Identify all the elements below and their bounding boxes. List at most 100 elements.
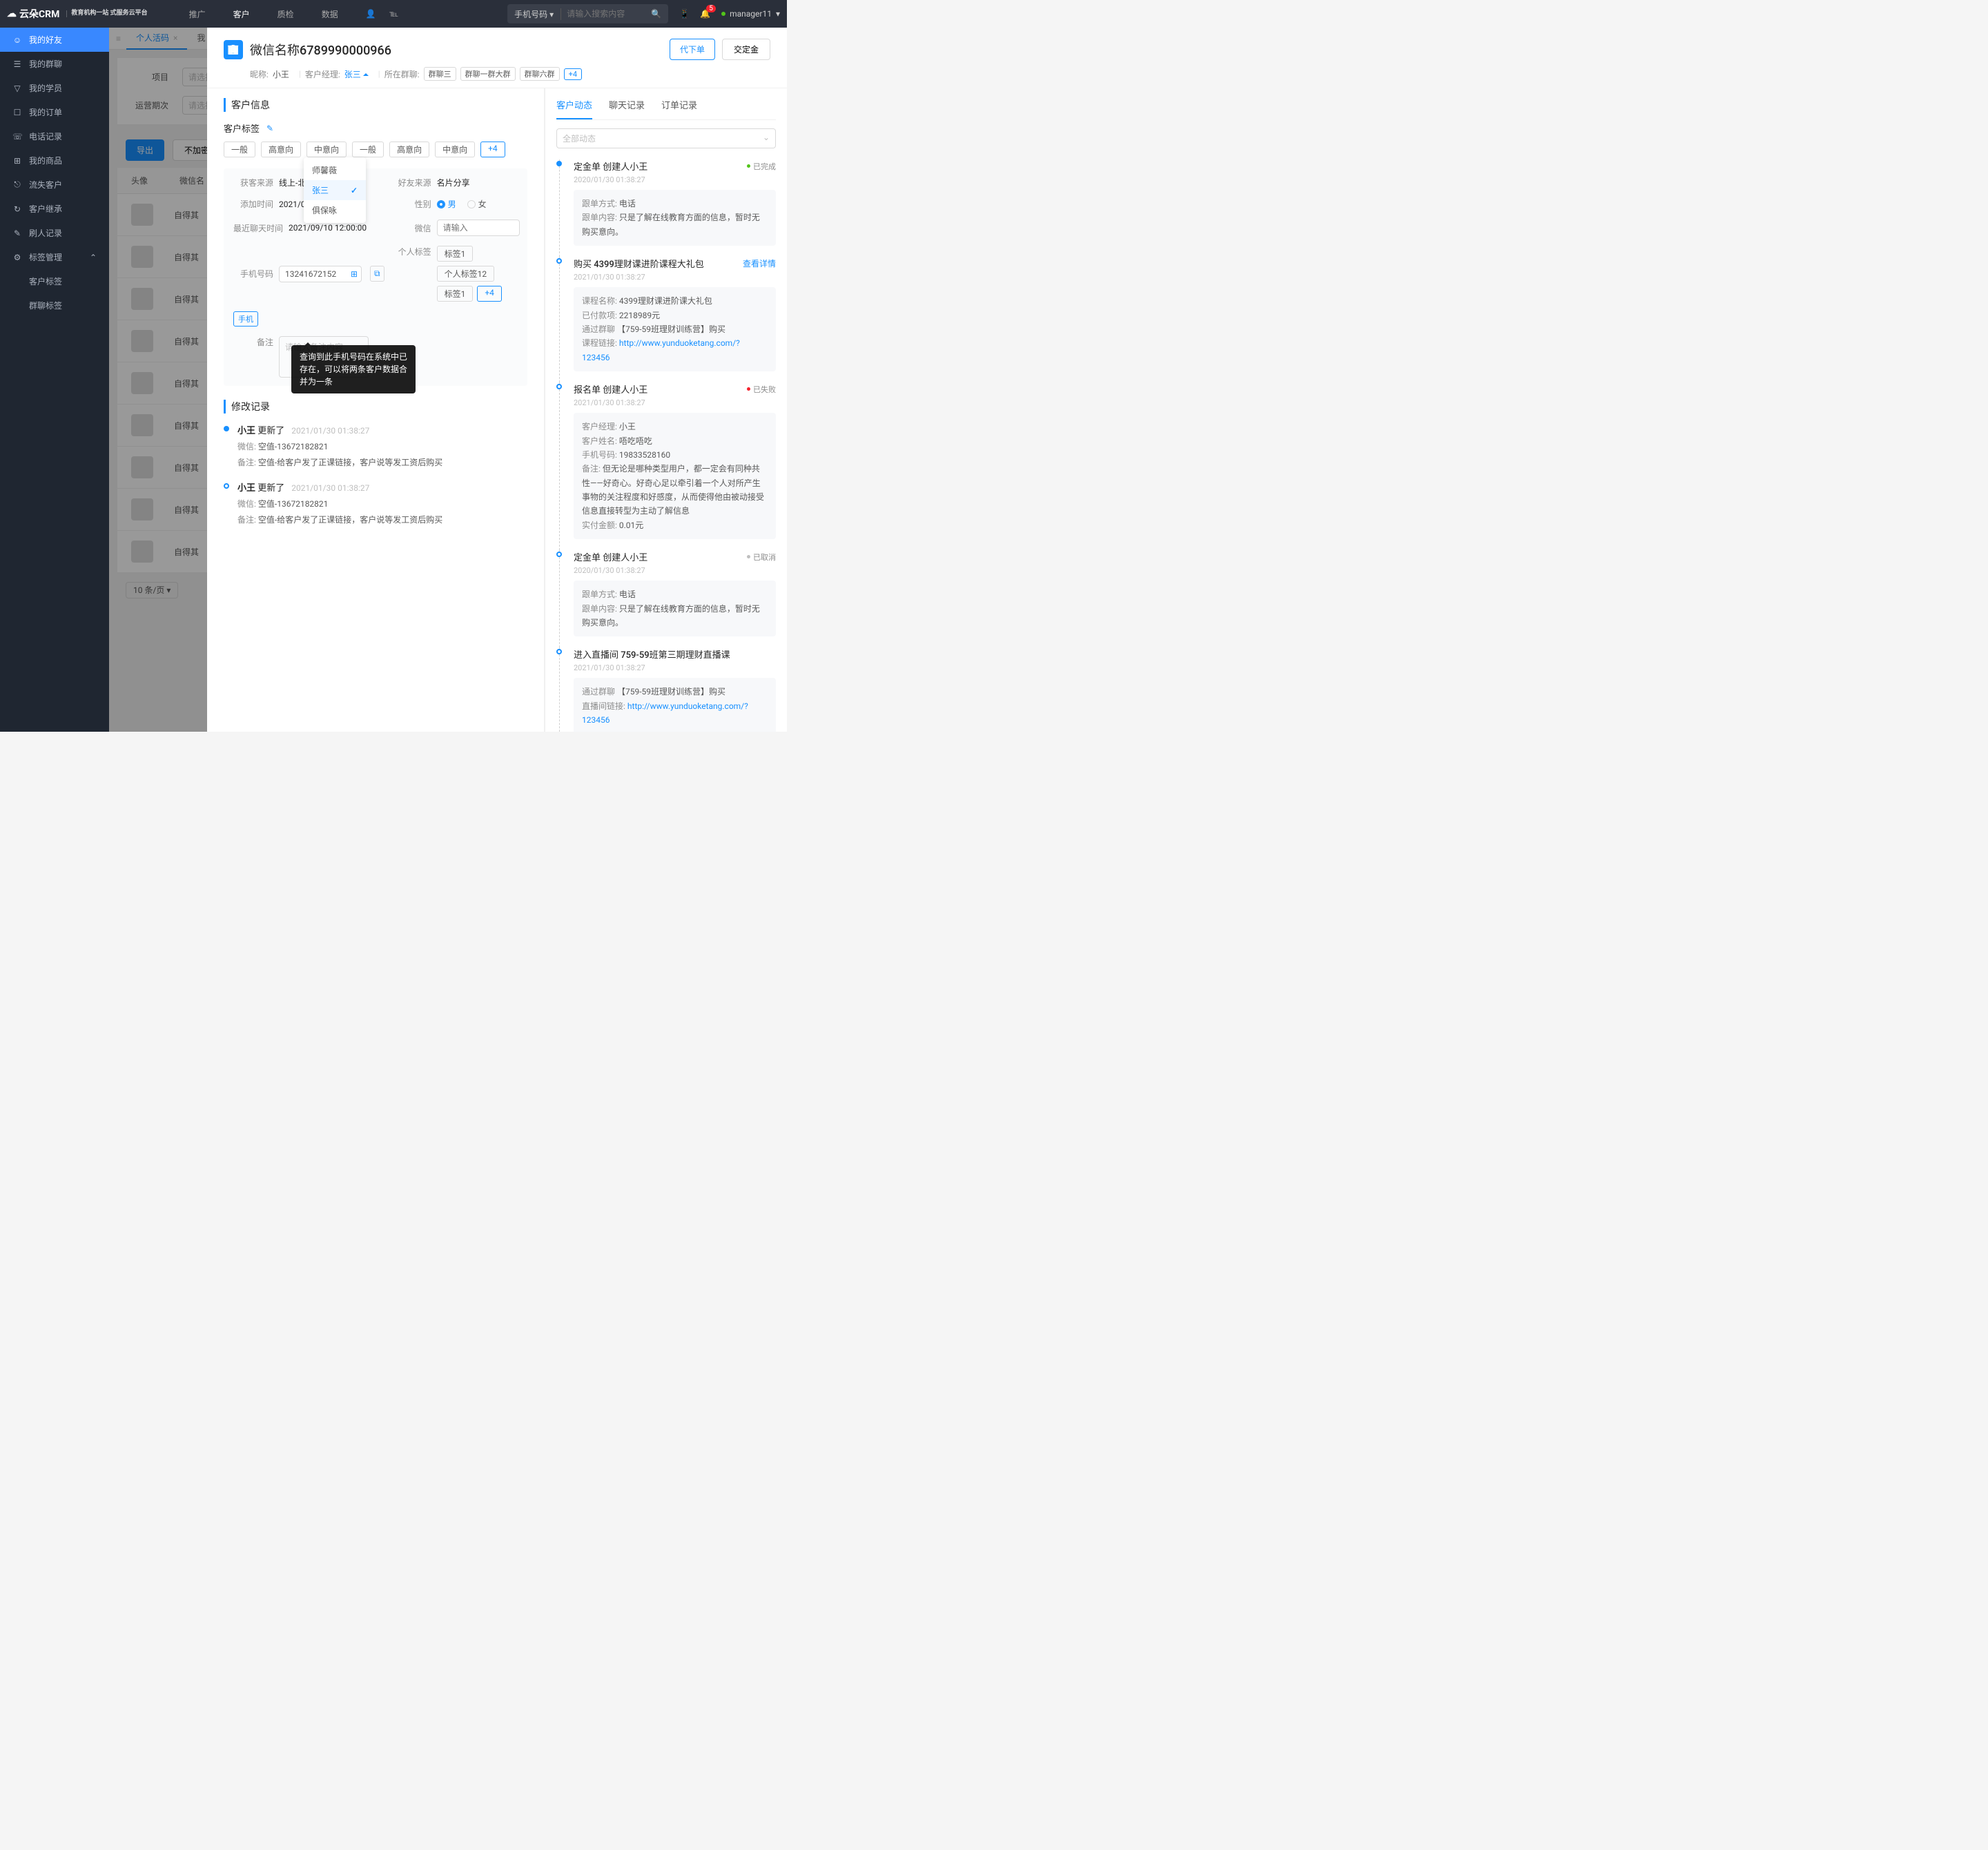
phone-input[interactable] [279,266,362,282]
section-history: 修改记录 [224,400,527,413]
timeline-item: 定金单 创建人小王已完成 2020/01/30 01:38:27 跟单方式: 电… [559,159,776,257]
logo-icon: ☁ [7,8,17,19]
proxy-order-button[interactable]: 代下单 [670,39,715,60]
personal-tag[interactable]: 标签1 [437,246,474,262]
user-icon[interactable]: 👤 [366,9,376,19]
dropdown-option[interactable]: 张三✓ [304,180,366,200]
sidebar-icon: ☏ [12,132,22,142]
timeline-dot-icon [556,161,562,166]
sidebar-item[interactable]: ▽我的学员 [0,76,109,100]
sidebar-item[interactable]: ⚙标签管理⌃ [0,245,109,269]
check-icon: ✓ [351,186,358,195]
status-dot-icon [721,12,725,16]
sidebar-icon: ☺ [12,35,22,45]
right-tab[interactable]: 订单记录 [661,98,697,119]
nav-item-promo[interactable]: 推广 [175,0,220,28]
edit-tags-icon[interactable]: ✎ [266,124,273,133]
sidebar-icon: ⎋ [12,179,22,190]
nav-item-qc[interactable]: 质检 [264,0,308,28]
customer-tag-label: 客户标签 [224,121,260,135]
manager-dropdown[interactable]: 师馨薇张三✓俱保咏 [304,157,366,223]
dropdown-option[interactable]: 师馨薇 [304,160,366,180]
sidebar-subitem[interactable]: 群聊标签 [0,293,109,318]
status-dot-icon [747,555,750,558]
sidebar-icon: ▽ [12,84,22,93]
gender-male-radio[interactable]: 男 [437,198,456,210]
caret-up-icon [363,70,369,76]
sidebar-item[interactable]: ↻客户继承 [0,197,109,221]
customer-tag-more[interactable]: +4 [480,142,505,157]
sidebar-item[interactable]: ☰我的群聊 [0,52,109,76]
customer-drawer: 微信名称6789990000966 代下单 交定金 昵称: 小王 | 客户经理:… [207,28,787,732]
phone-icon[interactable]: ℡ [389,9,399,19]
status-dot-icon [747,387,750,391]
group-chip[interactable]: 群聊三 [424,67,456,81]
pay-deposit-button[interactable]: 交定金 [722,39,770,60]
view-detail-link[interactable]: 查看详情 [743,257,776,269]
logo: ☁ 云朵CRM 教育机构一站 式服务云平台 [7,7,148,21]
customer-tag[interactable]: 高意向 [389,142,429,157]
bell-icon[interactable]: 🔔5 [700,9,710,19]
gender-female-radio[interactable]: 女 [467,198,487,210]
phone-exist-tooltip: 查询到此手机号码在系统中已存在，可以将两条客户数据合并为一条 [291,345,416,393]
sidebar-item[interactable]: ⎋流失客户 [0,173,109,197]
drawer-header: 微信名称6789990000966 代下单 交定金 昵称: 小王 | 客户经理:… [207,28,787,88]
sidebar-item[interactable]: ⊞我的商品 [0,148,109,173]
timeline-dot-icon [556,649,562,654]
sidebar-icon: ↻ [12,204,22,214]
customer-tag[interactable]: 高意向 [261,142,301,157]
sidebar-item[interactable]: ☐我的订单 [0,100,109,124]
customer-tag[interactable]: 中意向 [306,142,347,157]
sidebar-item[interactable]: ☺我的好友 [0,28,109,52]
timeline-dot-icon [224,483,229,489]
sidebar-icon: ☰ [12,59,22,69]
personal-tag-more[interactable]: +4 [477,286,502,302]
nav-item-customer[interactable]: 客户 [220,0,264,28]
wechat-input[interactable] [437,220,520,236]
search-box[interactable]: 手机号码 ▾ 🔍 [507,4,668,23]
user-menu[interactable]: manager11 ▾ [721,9,780,19]
mobile-icon[interactable]: 📱 [679,9,689,19]
search-type-select[interactable]: 手机号码 ▾ [507,8,561,20]
gender-radio-group[interactable]: 男 女 [437,198,487,210]
phone-type-button[interactable]: 手机 [233,311,258,327]
activity-filter-select[interactable]: 全部动态⌄ [556,128,776,148]
sidebar-item[interactable]: ☏电话记录 [0,124,109,148]
search-icon[interactable]: 🔍 [644,9,668,19]
sidebar-icon: ⚙ [12,253,22,262]
drawer-right-panel: 客户动态聊天记录订单记录 全部动态⌄ 定金单 创建人小王已完成 2020/01/… [545,88,787,732]
customer-tag[interactable]: 一般 [224,142,255,157]
nav-item-data[interactable]: 数据 [308,0,352,28]
customer-tag[interactable]: 中意向 [435,142,475,157]
right-tab[interactable]: 聊天记录 [609,98,645,119]
timeline-dot-icon [556,384,562,389]
dropdown-option[interactable]: 俱保咏 [304,200,366,220]
drawer-title: 微信名称6789990000966 [250,41,670,59]
timeline-dot-icon [556,552,562,557]
sidebar-icon: ⊞ [12,156,22,166]
timeline-item: 购买 4399理财课进阶课程大礼包查看详情 2021/01/30 01:38:2… [559,257,776,382]
group-chip[interactable]: 群聊一群大群 [460,67,516,81]
drawer-left-panel: 客户信息 客户标签 ✎ 一般高意向中意向一般高意向中意向+4 获客来源线上-北京… [207,88,545,732]
manager-select[interactable]: 张三 [344,68,369,80]
chevron-down-icon: ▾ [776,9,780,19]
sidebar-item[interactable]: ✎刷人记录 [0,221,109,245]
personal-tag[interactable]: 标签1 [437,286,474,302]
group-chip[interactable]: 群聊六群 [520,67,560,81]
sidebar: ☺我的好友☰我的群聊▽我的学员☐我的订单☏电话记录⊞我的商品⎋流失客户↻客户继承… [0,28,109,732]
sidebar-icon: ☐ [12,108,22,117]
sidebar-icon: ✎ [12,228,22,238]
phone-copy-icon[interactable]: ⧉ [370,266,384,282]
history-item: 小王 更新了2021/01/30 01:38:27微信: 空值-13672182… [224,423,527,468]
timeline-item: 报名单 创建人小王已失败 2021/01/30 01:38:27 客户经理: 小… [559,382,776,550]
right-tab[interactable]: 客户动态 [556,98,592,119]
search-input[interactable] [561,9,644,19]
timeline-dot-icon [224,426,229,431]
customer-tag[interactable]: 一般 [352,142,384,157]
personal-tag[interactable]: 个人标签12 [437,266,495,282]
nav-menu: 推广 客户 质检 数据 [175,0,352,28]
group-more-chip[interactable]: +4 [564,68,582,80]
section-customer-info: 客户信息 [224,98,527,112]
phone-lookup-icon[interactable]: ⊞ [351,269,358,279]
sidebar-subitem[interactable]: 客户标签 [0,269,109,293]
